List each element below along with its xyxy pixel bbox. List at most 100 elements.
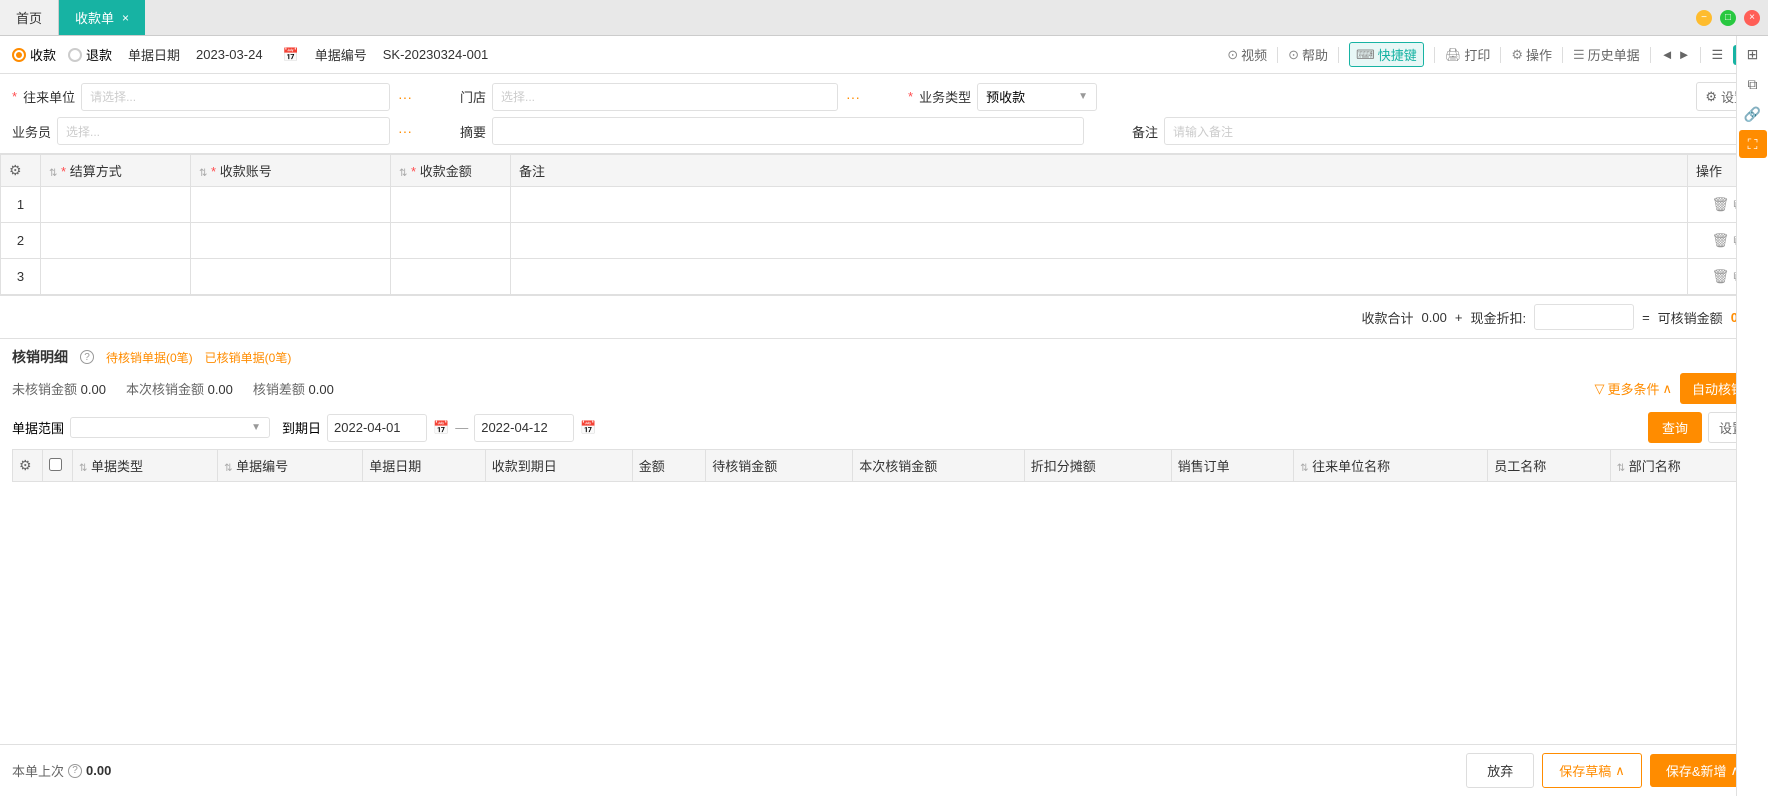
- row1-remark[interactable]: [511, 187, 1688, 223]
- date-to-input[interactable]: [474, 414, 574, 442]
- summary-input[interactable]: [492, 117, 1084, 145]
- radio-refund[interactable]: 退款: [68, 45, 112, 64]
- tab-active[interactable]: 收款单 ×: [59, 0, 145, 35]
- sort-icon-settlement: ⇅: [49, 168, 57, 179]
- vth-number: ⇅ 单据编号: [218, 450, 363, 482]
- row3-remark[interactable]: [511, 259, 1688, 295]
- divider2: [1338, 47, 1339, 63]
- date-calendar-to[interactable]: 📅: [580, 420, 596, 436]
- divider7: [1700, 47, 1701, 63]
- divider4: [1500, 47, 1501, 63]
- done-tag[interactable]: 已核销单据(0笔): [205, 349, 292, 366]
- radio-receipt-dot: [16, 52, 22, 58]
- video-icon: ⊙: [1227, 47, 1238, 63]
- store-label: 门店: [460, 87, 486, 106]
- store-more-btn[interactable]: ···: [846, 89, 860, 105]
- business-type-select[interactable]: 预收款 ▼: [977, 83, 1097, 111]
- radio-receipt[interactable]: 收款: [12, 45, 56, 64]
- save-draft-button[interactable]: 保存草稿 ∧: [1542, 753, 1642, 788]
- row1-settlement[interactable]: [41, 187, 191, 223]
- query-button[interactable]: 查询: [1648, 412, 1702, 443]
- due-date-field: 到期日 📅 — 📅: [282, 414, 596, 442]
- salesperson-placeholder: 选择...: [66, 123, 100, 140]
- plus-sign: +: [1455, 310, 1463, 325]
- verify-header: 核销明细 ? 待核销单据(0笔) 已核销单据(0笔): [12, 347, 1756, 367]
- vth-receipt-date: 收款到期日: [485, 450, 632, 482]
- diff-stat: 核销差额 0.00: [253, 379, 334, 398]
- th-account: ⇅ * 收款账号: [191, 155, 391, 187]
- sidebar-attach-btn[interactable]: 🔗: [1739, 100, 1767, 128]
- counterpart-input[interactable]: 请选择...: [81, 83, 390, 111]
- counterpart-more-btn[interactable]: ···: [398, 89, 412, 105]
- date-value: 2023-03-24: [196, 47, 263, 62]
- radio-refund-circle: [68, 48, 82, 62]
- salesperson-more-btn[interactable]: ···: [398, 123, 412, 139]
- sidebar-expand-btn[interactable]: ⛶: [1739, 130, 1767, 158]
- row2-delete-btn[interactable]: 🗑: [1712, 232, 1730, 249]
- row2-remark[interactable]: [511, 223, 1688, 259]
- verify-table-gear[interactable]: ⚙: [19, 457, 32, 473]
- maximize-button[interactable]: □: [1720, 10, 1736, 26]
- row3-account[interactable]: [191, 259, 391, 295]
- list-view-icon[interactable]: ☰: [1711, 47, 1723, 63]
- row2-account[interactable]: [191, 223, 391, 259]
- vth-gear: ⚙: [13, 450, 43, 482]
- radio-refund-label: 退款: [86, 45, 112, 64]
- calendar-icon[interactable]: 📅: [283, 47, 299, 63]
- operation-action[interactable]: ⚙ 操作: [1511, 45, 1552, 64]
- minimize-button[interactable]: −: [1696, 10, 1712, 26]
- row1-delete-btn[interactable]: 🗑: [1712, 196, 1730, 213]
- print-action[interactable]: 🖨 打印: [1445, 45, 1491, 64]
- business-type-field: * 业务类型 预收款 ▼: [908, 83, 1688, 111]
- remark-input[interactable]: 请输入备注: [1164, 117, 1756, 145]
- store-input[interactable]: 选择...: [492, 83, 838, 111]
- row3-amount[interactable]: [391, 259, 511, 295]
- divider5: [1562, 47, 1563, 63]
- more-filters-btn[interactable]: ▽ 更多条件 ∧: [1594, 379, 1672, 398]
- data-table: ⚙ ⇅ * 结算方式 ⇅ * 收款账号 ⇅ * 收款: [0, 154, 1768, 295]
- vth-type: ⇅ 单据类型: [73, 450, 218, 482]
- divider: [1277, 47, 1278, 63]
- select-all-checkbox[interactable]: [49, 458, 62, 471]
- date-from-input[interactable]: [327, 414, 427, 442]
- sidebar-table-btn[interactable]: ⊞: [1739, 40, 1767, 68]
- row2-amount[interactable]: [391, 223, 511, 259]
- tab-bar: 首页 收款单 × − □ ×: [0, 0, 1768, 36]
- verify-stats: 未核销金额 0.00 本次核销金额 0.00 核销差额 0.00 ▽ 更多条件 …: [12, 373, 1756, 404]
- row1-account[interactable]: [191, 187, 391, 223]
- close-button[interactable]: ×: [1744, 10, 1760, 26]
- row3-delete-btn[interactable]: 🗑: [1712, 268, 1730, 285]
- pending-tag[interactable]: 待核销单据(0笔): [106, 349, 193, 366]
- tab-home[interactable]: 首页: [0, 0, 59, 35]
- prev-arrow[interactable]: ◄: [1661, 47, 1674, 62]
- help-action[interactable]: ⊙ 帮助: [1288, 45, 1328, 64]
- th-settlement: ⇅ * 结算方式: [41, 155, 191, 187]
- table-gear-icon[interactable]: ⚙: [9, 162, 22, 178]
- sidebar-copy-btn[interactable]: ⧉: [1739, 70, 1767, 98]
- store-placeholder: 选择...: [501, 88, 535, 105]
- carry-over-info-icon[interactable]: ?: [68, 764, 82, 778]
- remark-placeholder: 请输入备注: [1173, 123, 1233, 140]
- next-arrow[interactable]: ►: [1678, 47, 1691, 62]
- history-action[interactable]: ☰ 历史单据: [1573, 45, 1640, 64]
- remark-field: 备注 请输入备注: [1132, 117, 1756, 145]
- shortcut-action[interactable]: ⌨ 快捷键: [1349, 42, 1424, 67]
- verify-title: 核销明细: [12, 347, 68, 367]
- bottom-actions: 放弃 保存草稿 ∧ 保存&新增 ∧: [1466, 753, 1756, 788]
- discount-input[interactable]: [1534, 304, 1634, 330]
- summary-field: 摘要: [460, 117, 1084, 145]
- tab-close-icon[interactable]: ×: [122, 11, 129, 25]
- salesperson-input[interactable]: 选择...: [57, 117, 390, 145]
- row3-settlement[interactable]: [41, 259, 191, 295]
- verify-info-icon[interactable]: ?: [80, 350, 94, 364]
- video-action[interactable]: ⊙ 视频: [1227, 45, 1267, 64]
- date-calendar-from[interactable]: 📅: [433, 420, 449, 436]
- tab-active-label: 收款单: [75, 8, 114, 27]
- abandon-button[interactable]: 放弃: [1466, 753, 1534, 788]
- remark-label: 备注: [1132, 122, 1158, 141]
- vth-employee: 员工名称: [1488, 450, 1610, 482]
- row2-settlement[interactable]: [41, 223, 191, 259]
- range-dropdown[interactable]: ▼: [70, 417, 270, 438]
- sort-icon-amount: ⇅: [399, 168, 407, 179]
- row1-amount[interactable]: [391, 187, 511, 223]
